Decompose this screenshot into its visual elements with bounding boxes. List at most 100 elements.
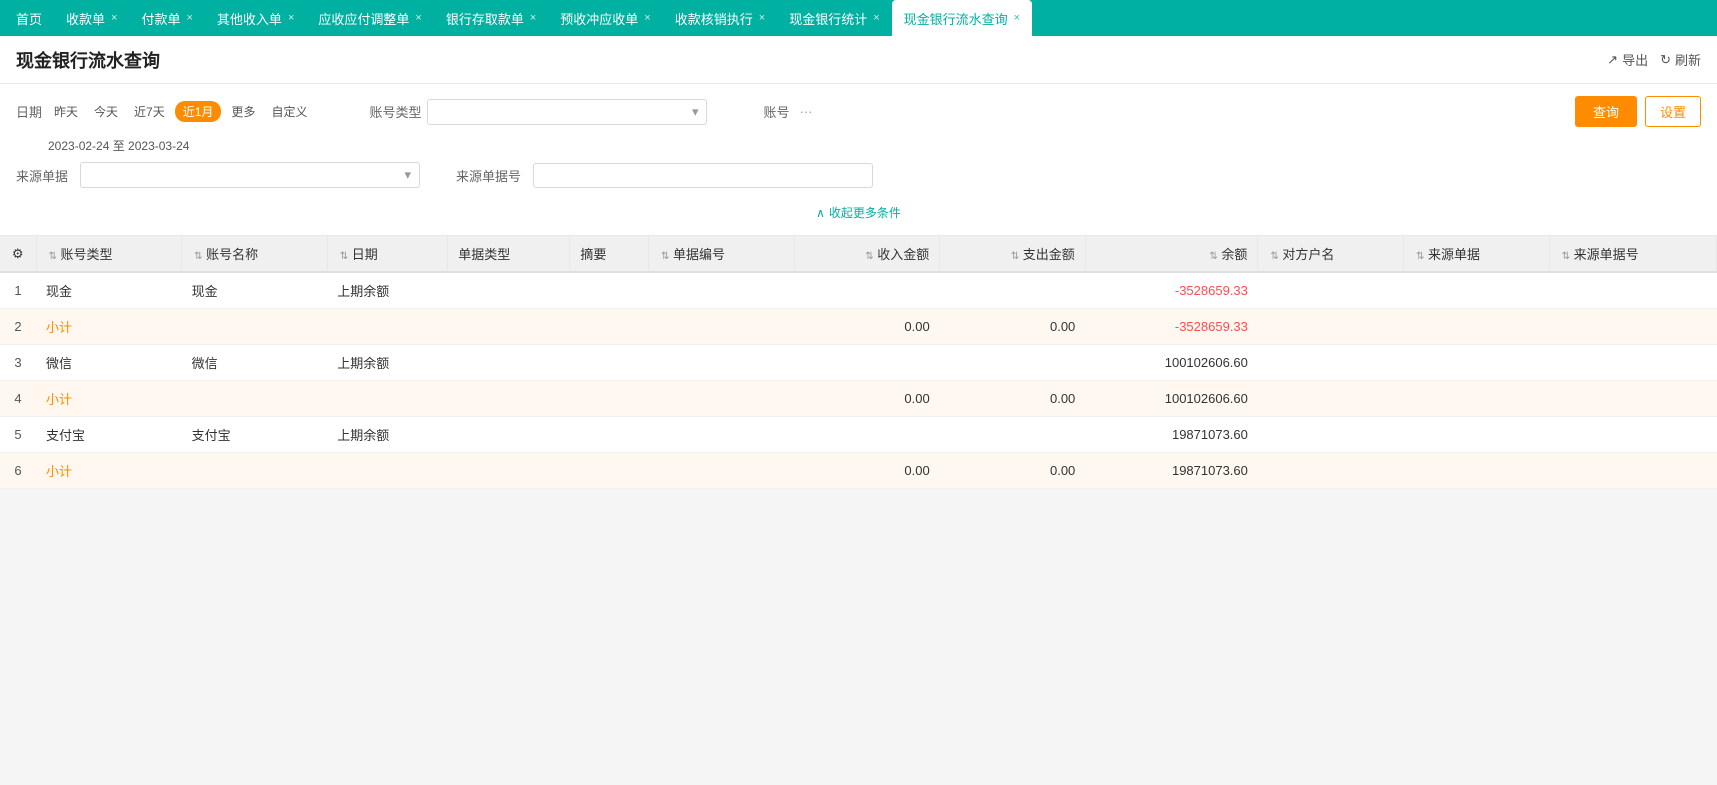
row-source-doc-no <box>1549 272 1716 309</box>
row-expense: 0.00 <box>940 381 1086 417</box>
column-settings[interactable]: ⚙ <box>0 236 36 272</box>
header-actions: ↗ 导出 ↻ 刷新 <box>1607 50 1701 69</box>
close-icon[interactable]: × <box>111 12 117 24</box>
row-account-name <box>182 453 328 489</box>
date-7days[interactable]: 近7天 <box>128 101 171 122</box>
nav-bank-deposit[interactable]: 银行存取款单 × <box>434 0 548 36</box>
col-source-doc[interactable]: ⇅ 来源单据 <box>1403 236 1549 272</box>
row-summary <box>570 272 649 309</box>
close-icon[interactable]: × <box>1014 12 1020 24</box>
source-doc-select[interactable]: ▾ <box>80 162 420 188</box>
sort-icon: ⇅ <box>661 251 669 262</box>
col-counterpart[interactable]: ⇅ 对方户名 <box>1258 236 1404 272</box>
row-income: 0.00 <box>794 309 940 345</box>
date-more[interactable]: 更多 <box>225 101 261 122</box>
row-doc-type <box>448 345 570 381</box>
col-balance[interactable]: ⇅ 余额 <box>1085 236 1258 272</box>
row-source-doc-no <box>1549 381 1716 417</box>
row-num: 3 <box>0 345 36 381</box>
table-header: ⚙ ⇅ 账号类型 ⇅ 账号名称 ⇅ 日期 单据类型 摘要 ⇅ 单据编号 ⇅ 收入… <box>0 236 1717 272</box>
row-account-type: 小计 <box>36 381 182 417</box>
col-doc-no[interactable]: ⇅ 单据编号 <box>649 236 795 272</box>
row-source-doc <box>1403 345 1549 381</box>
row-account-type: 微信 <box>36 345 182 381</box>
nav-receipts[interactable]: 收款单 × <box>54 0 129 36</box>
row-expense: 0.00 <box>940 453 1086 489</box>
nav-collection-exec[interactable]: 收款核销执行 × <box>663 0 777 36</box>
row-balance: 19871073.60 <box>1085 453 1258 489</box>
nav-other-income[interactable]: 其他收入单 × <box>205 0 306 36</box>
date-custom[interactable]: 自定义 <box>265 101 313 122</box>
date-1month[interactable]: 近1月 <box>175 101 222 122</box>
refresh-button[interactable]: ↻ 刷新 <box>1660 50 1701 69</box>
row-date <box>327 453 448 489</box>
row-source-doc <box>1403 453 1549 489</box>
date-today[interactable]: 今天 <box>88 101 124 122</box>
row-counterpart <box>1258 453 1404 489</box>
query-button[interactable]: 查询 <box>1575 96 1637 127</box>
row-summary <box>570 453 649 489</box>
close-icon[interactable]: × <box>759 12 765 24</box>
row-summary <box>570 345 649 381</box>
row-account-type: 支付宝 <box>36 417 182 453</box>
row-doc-type <box>448 453 570 489</box>
page-title: 现金银行流水查询 <box>16 47 160 73</box>
row-summary <box>570 309 649 345</box>
row-date: 上期余额 <box>327 417 448 453</box>
export-button[interactable]: ↗ 导出 <box>1607 50 1648 69</box>
row-account-type: 现金 <box>36 272 182 309</box>
col-source-doc-no[interactable]: ⇅ 来源单据号 <box>1549 236 1716 272</box>
action-buttons: 查询 设置 <box>1575 96 1701 127</box>
nav-cash-bank-stats[interactable]: 现金银行统计 × <box>777 0 891 36</box>
col-income[interactable]: ⇅ 收入金额 <box>794 236 940 272</box>
settings-button[interactable]: 设置 <box>1645 96 1701 127</box>
date-range-text: 2023-02-24 至 2023-03-24 <box>48 139 189 153</box>
close-icon[interactable]: × <box>288 12 294 24</box>
col-account-type[interactable]: ⇅ 账号类型 <box>36 236 182 272</box>
account-type-label: 账号类型 <box>369 102 421 121</box>
col-account-name[interactable]: ⇅ 账号名称 <box>182 236 328 272</box>
col-date[interactable]: ⇅ 日期 <box>327 236 448 272</box>
nav-cash-bank-flow[interactable]: 现金银行流水查询 × <box>892 0 1032 36</box>
account-type-filter: 账号类型 ▾ <box>369 99 707 125</box>
row-counterpart <box>1258 417 1404 453</box>
col-doc-type[interactable]: 单据类型 <box>448 236 570 272</box>
nav-ar-ap-adjust[interactable]: 应收应付调整单 × <box>306 0 433 36</box>
row-counterpart <box>1258 309 1404 345</box>
row-source-doc <box>1403 309 1549 345</box>
col-expense[interactable]: ⇅ 支出金额 <box>940 236 1086 272</box>
sort-icon: ⇅ <box>49 251 57 262</box>
row-expense <box>940 345 1086 381</box>
table-row: 4 小计 0.00 0.00 100102606.60 <box>0 381 1717 417</box>
row-balance: 100102606.60 <box>1085 345 1258 381</box>
source-doc-no-label: 来源单据号 <box>456 166 521 185</box>
col-summary[interactable]: 摘要 <box>570 236 649 272</box>
account-type-select[interactable]: ▾ <box>427 99 707 125</box>
row-doc-type <box>448 309 570 345</box>
row-source-doc-no <box>1549 309 1716 345</box>
top-nav: 首页 收款单 × 付款单 × 其他收入单 × 应收应付调整单 × 银行存取款单 … <box>0 0 1717 36</box>
refresh-icon: ↻ <box>1660 52 1671 68</box>
source-doc-no-input[interactable] <box>533 163 873 188</box>
row-doc-type <box>448 417 570 453</box>
row-date <box>327 309 448 345</box>
nav-home[interactable]: 首页 <box>4 0 54 36</box>
source-doc-filter: 来源单据 ▾ <box>16 162 420 188</box>
row-balance: 19871073.60 <box>1085 417 1258 453</box>
nav-advance-offset[interactable]: 预收冲应收单 × <box>548 0 662 36</box>
row-income <box>794 345 940 381</box>
close-icon[interactable]: × <box>644 12 650 24</box>
collapse-button[interactable]: ∧ 收起更多条件 <box>16 198 1701 223</box>
date-quick-buttons: 昨天 今天 近7天 近1月 更多 自定义 <box>48 101 313 122</box>
row-doc-no <box>649 345 795 381</box>
date-yesterday[interactable]: 昨天 <box>48 101 84 122</box>
nav-payments[interactable]: 付款单 × <box>129 0 204 36</box>
filter-row-2: 来源单据 ▾ 来源单据号 <box>16 162 1701 188</box>
row-income <box>794 417 940 453</box>
close-icon[interactable]: × <box>873 12 879 24</box>
close-icon[interactable]: × <box>415 12 421 24</box>
close-icon[interactable]: × <box>186 12 192 24</box>
account-more-icon[interactable]: ··· <box>795 100 816 123</box>
close-icon[interactable]: × <box>530 12 536 24</box>
row-source-doc <box>1403 381 1549 417</box>
